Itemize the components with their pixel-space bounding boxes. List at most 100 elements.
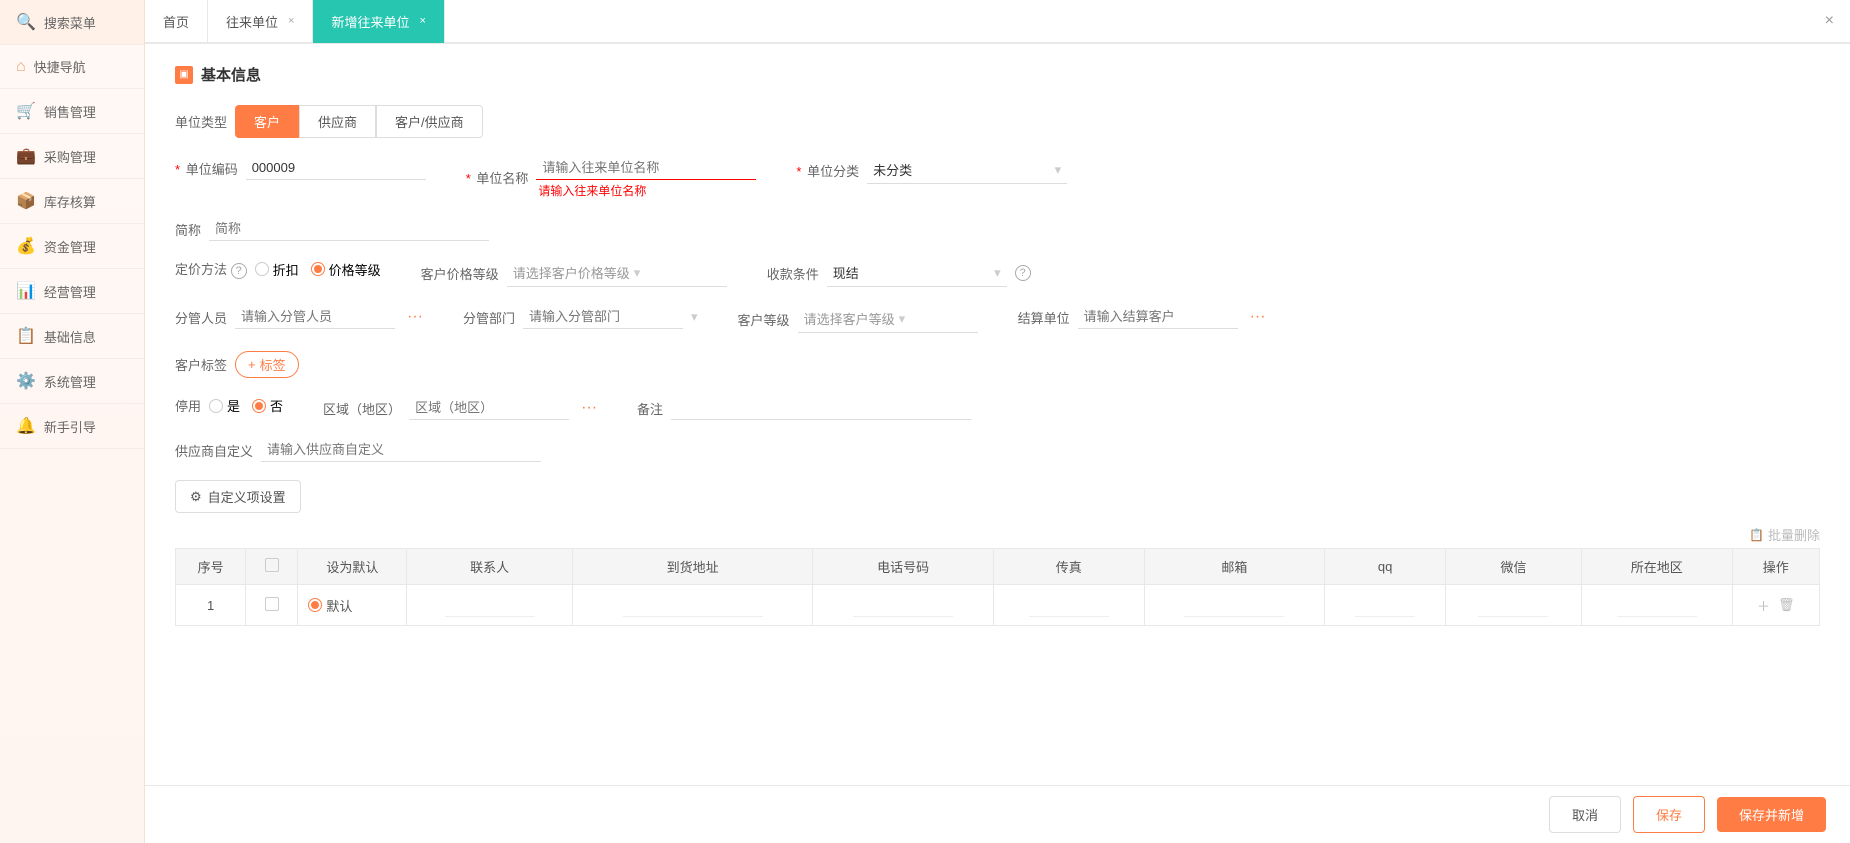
short-name-row: 简称 — [175, 217, 1820, 241]
disabled-field: 停用 是 否 — [175, 396, 283, 415]
short-name-label: 简称 — [175, 220, 201, 239]
region-more-icon[interactable]: ··· — [581, 399, 597, 417]
payment-terms-help-icon[interactable]: ? — [1015, 265, 1031, 281]
delete-row-icon[interactable]: 🗑 — [1778, 597, 1795, 613]
unit-name-input[interactable] — [536, 156, 756, 180]
sidebar-item-system[interactable]: ⚙️ 系统管理 — [0, 359, 144, 404]
code-name-category-row: * 单位编码 * 单位名称 请输入往来单位名称 * 单位分类 — [175, 156, 1820, 199]
th-location: 所在地区 — [1581, 549, 1732, 585]
pricing-option-level[interactable]: 价格等级 — [311, 260, 381, 279]
customer-level-arrow-icon: ▾ — [899, 311, 906, 327]
tags-field: 客户标签 + 标签 — [175, 351, 299, 378]
th-phone: 电话号码 — [813, 549, 994, 585]
customer-level-select[interactable]: 请选择客户等级 ▾ — [798, 305, 978, 333]
qq-input[interactable] — [1355, 593, 1415, 617]
short-name-input[interactable] — [209, 217, 489, 241]
manager-more-icon[interactable]: ··· — [407, 308, 423, 326]
th-contact: 联系人 — [407, 549, 573, 585]
unit-category-select[interactable]: 未分类 ▾ — [867, 156, 1067, 184]
th-qq: qq — [1325, 549, 1446, 585]
supplier-custom-label: 供应商自定义 — [175, 441, 253, 460]
department-label: 分管部门 — [463, 308, 515, 327]
save-and-new-button[interactable]: 保存并新增 — [1717, 797, 1826, 832]
th-index: 序号 — [176, 549, 246, 585]
customer-price-level-label: 客户价格等级 — [421, 264, 499, 283]
add-tag-button[interactable]: + 标签 — [235, 351, 299, 378]
sidebar-item-inventory[interactable]: 📦 库存核算 — [0, 179, 144, 224]
sidebar-item-label: 库存核算 — [44, 192, 96, 211]
custom-settings-button[interactable]: ⚙ 自定义项设置 — [175, 480, 301, 513]
disabled-yes[interactable]: 是 — [209, 396, 240, 415]
tab-new-partner-close[interactable]: × — [419, 15, 425, 27]
sidebar-item-label: 新手引导 — [44, 417, 96, 436]
unit-category-field: * 单位分类 未分类 ▾ — [796, 156, 1067, 184]
pricing-help-icon[interactable]: ? — [231, 263, 247, 279]
th-wechat: 微信 — [1446, 549, 1582, 585]
cancel-button[interactable]: 取消 — [1549, 796, 1621, 833]
cell-default: 默认 — [298, 585, 407, 626]
email-input[interactable] — [1184, 593, 1284, 617]
unit-code-input[interactable] — [246, 156, 426, 180]
row-checkbox[interactable] — [265, 597, 279, 611]
payment-terms-select[interactable]: 现结 ▾ — [827, 259, 1007, 287]
sidebar-item-basic[interactable]: 📋 基础信息 — [0, 314, 144, 359]
tab-partner-close[interactable]: × — [288, 15, 294, 27]
sidebar-item-search[interactable]: 🔍 搜索菜单 — [0, 0, 144, 45]
tab-new-partner[interactable]: 新增往来单位 × — [313, 0, 444, 43]
pricing-radio-group: 折扣 价格等级 — [255, 260, 381, 279]
sidebar-item-quick-nav[interactable]: ⌂ 快捷导航 — [0, 45, 144, 89]
type-btn-customer[interactable]: 客户 — [235, 105, 299, 138]
sidebar-item-operations[interactable]: 📊 经营管理 — [0, 269, 144, 314]
settlement-more-icon[interactable]: ··· — [1250, 308, 1266, 326]
sidebar-item-finance[interactable]: 💰 资金管理 — [0, 224, 144, 269]
location-input[interactable] — [1617, 593, 1697, 617]
save-button[interactable]: 保存 — [1633, 796, 1705, 833]
supplier-custom-row: 供应商自定义 — [175, 438, 1820, 462]
pricing-row: 定价方法 ? 折扣 价格等级 客户价格等级 请选择客户价 — [175, 259, 1820, 287]
type-btn-both[interactable]: 客户/供应商 — [376, 105, 483, 138]
add-tag-label: 标签 — [260, 355, 286, 374]
payment-terms-label: 收款条件 — [767, 264, 819, 283]
contact-input[interactable] — [445, 593, 535, 617]
batch-delete-button[interactable]: 批量删除 — [1768, 525, 1820, 544]
disabled-no[interactable]: 否 — [252, 396, 283, 415]
sidebar: 🔍 搜索菜单 ⌂ 快捷导航 🛒 销售管理 💼 采购管理 📦 库存核算 💰 资金管… — [0, 0, 145, 843]
sidebar-item-guide[interactable]: 🔔 新手引导 — [0, 404, 144, 449]
category-arrow-icon: ▾ — [1055, 162, 1062, 178]
add-row-icon[interactable]: ＋ — [1757, 596, 1770, 615]
sidebar-item-label: 资金管理 — [44, 237, 96, 256]
default-radio — [308, 598, 322, 612]
type-btn-supplier[interactable]: 供应商 — [299, 105, 376, 138]
section-header: ▣ 基本信息 — [175, 64, 1820, 85]
tab-partner[interactable]: 往来单位 × — [208, 0, 313, 43]
sidebar-item-purchase[interactable]: 💼 采购管理 — [0, 134, 144, 179]
supplier-custom-input[interactable] — [261, 438, 541, 462]
custom-settings-label: 自定义项设置 — [208, 487, 286, 506]
level-radio — [311, 262, 325, 276]
default-radio-item[interactable]: 默认 — [308, 596, 396, 615]
phone-input[interactable] — [853, 593, 953, 617]
fax-input[interactable] — [1029, 593, 1109, 617]
tab-home[interactable]: 首页 — [145, 0, 208, 43]
cell-wechat — [1446, 585, 1582, 626]
sidebar-item-sales[interactable]: 🛒 销售管理 — [0, 89, 144, 134]
cell-phone — [813, 585, 994, 626]
system-icon: ⚙️ — [16, 371, 36, 391]
remarks-input[interactable] — [671, 396, 971, 420]
table-select-all-checkbox[interactable] — [265, 558, 279, 572]
manager-input[interactable] — [235, 305, 395, 329]
department-input[interactable] — [523, 305, 683, 329]
settlement-unit-input[interactable] — [1078, 305, 1238, 329]
remarks-label: 备注 — [637, 399, 663, 418]
sidebar-item-label: 系统管理 — [44, 372, 96, 391]
customer-price-level-select[interactable]: 请选择客户价格等级 ▾ — [507, 259, 727, 287]
sidebar-item-label: 采购管理 — [44, 147, 96, 166]
region-input[interactable] — [409, 396, 569, 420]
wechat-input[interactable] — [1478, 593, 1548, 617]
tabs-close-all[interactable]: × — [1809, 12, 1850, 30]
sidebar-item-label: 经营管理 — [44, 282, 96, 301]
department-field: 分管部门 ▾ — [463, 305, 698, 329]
region-label: 区域（地区） — [323, 399, 401, 418]
pricing-option-discount[interactable]: 折扣 — [255, 260, 299, 279]
address-input[interactable] — [623, 593, 763, 617]
